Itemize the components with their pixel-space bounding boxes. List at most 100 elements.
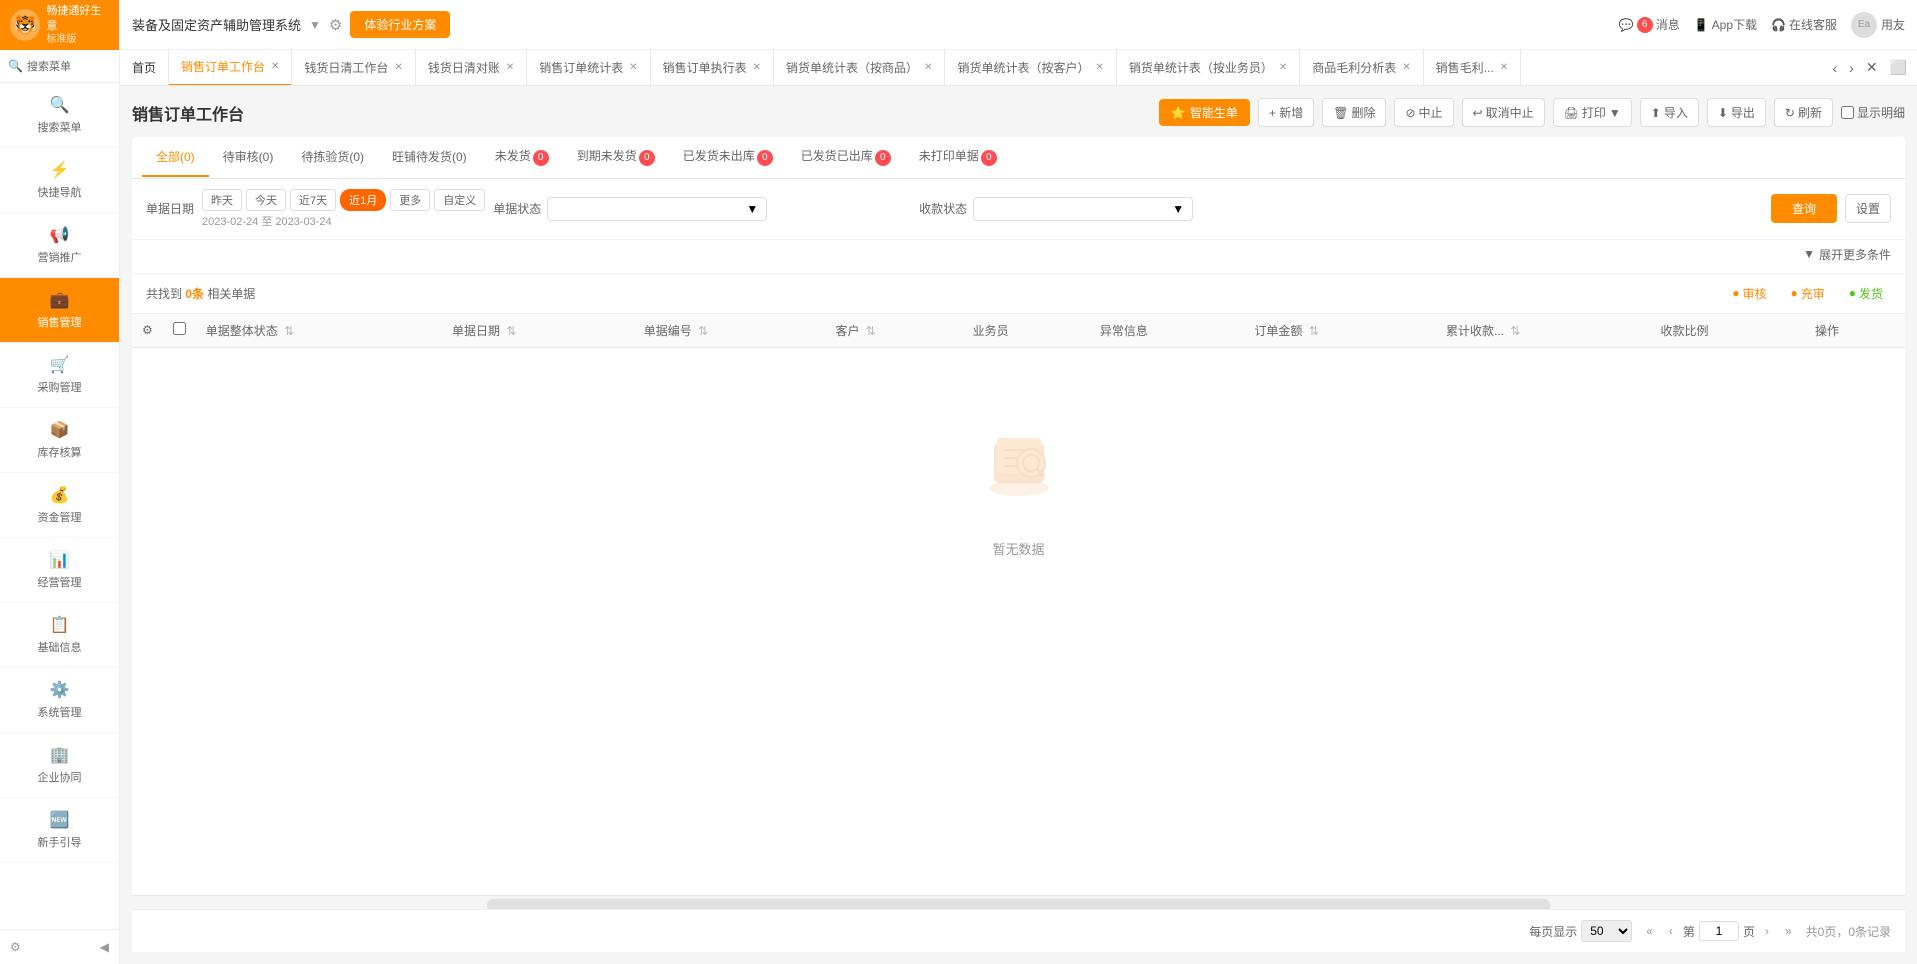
sidebar-item-sales[interactable]: 💼销售管理 <box>0 278 119 343</box>
topbar-dropdown-icon[interactable]: ▼ <box>309 18 321 32</box>
sub-tab-shipped-not-out[interactable]: 已发货未出库0 <box>669 137 787 178</box>
tab-close-sales-more[interactable]: ✕ <box>1500 62 1508 73</box>
message-item[interactable]: 💬 6 消息 <box>1619 16 1680 33</box>
sub-tab-not-shipped[interactable]: 未发货0 <box>481 137 563 178</box>
sidebar-item-company[interactable]: 🏢企业协同 <box>0 733 119 798</box>
date-btn-今天[interactable]: 今天 <box>246 189 286 211</box>
status-select[interactable]: ▼ <box>547 197 767 221</box>
sub-tab-overdue-ship[interactable]: 到期未发货0 <box>563 137 669 178</box>
audit-btn[interactable]: ● 审核 <box>1724 282 1774 305</box>
sidebar-item-finance[interactable]: 💰资金管理 <box>0 473 119 538</box>
stop-btn[interactable]: ⊘ 中止 <box>1394 98 1453 127</box>
tab-cash-daily[interactable]: 钱货日清工作台✕ <box>292 50 415 86</box>
tab-sales-stat-customer[interactable]: 销货单统计表（按客户）✕ <box>945 50 1116 86</box>
expand-more-btn[interactable]: ▼ 展开更多条件 <box>1803 246 1891 263</box>
tab-sales-stat[interactable]: 销售订单统计表✕ <box>527 50 650 86</box>
sidebar-item-purchase[interactable]: 🛒采购管理 <box>0 343 119 408</box>
select-all-checkbox[interactable] <box>173 322 186 335</box>
smart-create-btn[interactable]: ⭐ 智能生单 <box>1159 99 1250 126</box>
tab-close-sales-stat-staff[interactable]: ✕ <box>1279 62 1287 73</box>
col-abnormal-th[interactable]: 异常信息 <box>1090 314 1244 348</box>
col-amount-th[interactable]: 订单金额 ⇅ <box>1244 314 1436 348</box>
tab-sales-more[interactable]: 销售毛利...✕ <box>1424 50 1521 86</box>
cancel-stop-btn[interactable]: ↩ 取消中止 <box>1462 98 1545 127</box>
col-status-th[interactable]: 单据整体状态 ⇅ <box>196 314 442 348</box>
first-page-btn[interactable]: « <box>1640 922 1659 940</box>
tabs-maximize-btn[interactable]: ⬜ <box>1886 57 1911 78</box>
query-btn[interactable]: 查询 <box>1771 194 1837 223</box>
date-btn-近7天[interactable]: 近7天 <box>290 189 336 211</box>
tab-sales-stat-staff[interactable]: 销货单统计表（按业务员）✕ <box>1117 50 1300 86</box>
app-download-item[interactable]: 📱 App下载 <box>1694 16 1757 33</box>
sub-tab-pending-check[interactable]: 待拣验货(0) <box>287 138 378 177</box>
col-customer-th[interactable]: 客户 ⇅ <box>825 314 962 348</box>
sub-tab-not-printed[interactable]: 未打印单据0 <box>905 137 1011 178</box>
last-page-btn[interactable]: » <box>1779 922 1798 940</box>
sub-tab-all[interactable]: 全部(0) <box>142 138 209 177</box>
col-check-th[interactable] <box>163 314 196 348</box>
add-btn[interactable]: + 新增 <box>1258 98 1314 127</box>
col-number-th[interactable]: 单据编号 ⇅ <box>634 314 826 348</box>
date-btn-自定义[interactable]: 自定义 <box>434 189 485 211</box>
tab-close-sales-stat-product[interactable]: ✕ <box>924 62 932 73</box>
tab-close-product-profit[interactable]: ✕ <box>1402 62 1410 73</box>
page-size-select[interactable]: 10 20 50 100 <box>1581 920 1632 942</box>
tab-close-sales-workbench[interactable]: ✕ <box>271 61 279 72</box>
import-btn[interactable]: ⬆ 导入 <box>1640 98 1699 127</box>
col-collected-th[interactable]: 累计收款... ⇅ <box>1436 314 1650 348</box>
show-detail-checkbox[interactable] <box>1841 106 1854 119</box>
page-number-input[interactable] <box>1699 921 1739 941</box>
payment-select[interactable]: ▼ <box>973 197 1193 221</box>
refresh-btn[interactable]: ↻ 刷新 <box>1774 98 1833 127</box>
revoke-btn[interactable]: ● 充审 <box>1782 282 1832 305</box>
tabs-prev-btn[interactable]: ‹ <box>1828 58 1841 78</box>
col-date-th[interactable]: 单据日期 ⇅ <box>442 314 634 348</box>
print-btn[interactable]: 🖨 打印 ▼ <box>1553 98 1632 127</box>
tabs-next-btn[interactable]: › <box>1845 58 1858 78</box>
date-btn-近1月[interactable]: 近1月 <box>340 189 386 211</box>
tab-close-sales-exec[interactable]: ✕ <box>753 62 761 73</box>
topbar-gear-icon[interactable]: ⚙ <box>329 16 342 34</box>
show-detail-label[interactable]: 显示明细 <box>1841 104 1905 121</box>
trial-btn[interactable]: 体验行业方案 <box>350 11 450 38</box>
online-service-item[interactable]: 🎧 在线客服 <box>1771 16 1837 33</box>
col-staff-th[interactable]: 业务员 <box>963 314 1090 348</box>
next-page-btn[interactable]: › <box>1759 922 1775 940</box>
tab-close-sales-stat-customer[interactable]: ✕ <box>1095 62 1103 73</box>
sidebar-item-search[interactable]: 🔍搜索菜单 <box>0 83 119 148</box>
sub-tab-wangpu-pending[interactable]: 旺铺待发货(0) <box>378 138 481 177</box>
collapse-icon[interactable]: ◀ <box>100 940 109 954</box>
sidebar-item-inventory[interactable]: 📦库存核算 <box>0 408 119 473</box>
tab-sales-exec[interactable]: 销售订单执行表✕ <box>651 50 774 86</box>
sidebar-item-guide[interactable]: 🆕新手引导 <box>0 798 119 863</box>
user-avatar-area[interactable]: Ea 用友 <box>1851 12 1905 38</box>
sidebar-item-marketing[interactable]: 📢营销推广 <box>0 213 119 278</box>
settings-icon[interactable]: ⚙ <box>10 940 21 954</box>
sidebar-item-quick-nav[interactable]: ⚡快捷导航 <box>0 148 119 213</box>
ship-btn[interactable]: ● 发货 <box>1841 282 1891 305</box>
settings-btn[interactable]: 设置 <box>1845 194 1891 223</box>
sidebar-item-system[interactable]: ⚙️系统管理 <box>0 668 119 733</box>
tab-close-cash-daily[interactable]: ✕ <box>394 62 402 73</box>
table-scroll-container[interactable]: ⚙ 单据整体状态 ⇅ 单据日期 ⇅ 单据编号 ⇅ 客户 ⇅ 业务员 异常信息 订… <box>132 314 1905 896</box>
export-btn[interactable]: ⬇ 导出 <box>1707 98 1766 127</box>
sub-tab-shipped-out[interactable]: 已发货已出库0 <box>787 137 905 178</box>
tab-sales-stat-product[interactable]: 销货单统计表（按商品）✕ <box>774 50 945 86</box>
tab-close-cash-reconcile[interactable]: ✕ <box>506 62 514 73</box>
tabs-close-btn[interactable]: ✕ <box>1862 57 1882 78</box>
tab-home[interactable]: 首页 <box>120 50 169 86</box>
tab-close-sales-stat[interactable]: ✕ <box>629 62 637 73</box>
tab-sales-workbench[interactable]: 销售订单工作台✕ <box>169 50 292 86</box>
scroll-bar-area[interactable] <box>132 895 1905 909</box>
delete-btn[interactable]: 🗑 删除 <box>1322 98 1386 127</box>
date-btn-昨天[interactable]: 昨天 <box>202 189 242 211</box>
sub-tab-pending-audit[interactable]: 待审核(0) <box>209 138 288 177</box>
tab-product-profit[interactable]: 商品毛利分析表✕ <box>1300 50 1423 86</box>
date-btn-更多[interactable]: 更多 <box>390 189 430 211</box>
col-config-th[interactable]: ⚙ <box>132 314 163 348</box>
sidebar-item-basic[interactable]: 📋基础信息 <box>0 603 119 668</box>
sidebar-item-operation[interactable]: 📊经营管理 <box>0 538 119 603</box>
tab-cash-reconcile[interactable]: 钱货日清对账✕ <box>416 50 527 86</box>
prev-page-btn[interactable]: ‹ <box>1663 922 1679 940</box>
sidebar-search[interactable]: 🔍 搜索菜单 <box>0 50 119 83</box>
